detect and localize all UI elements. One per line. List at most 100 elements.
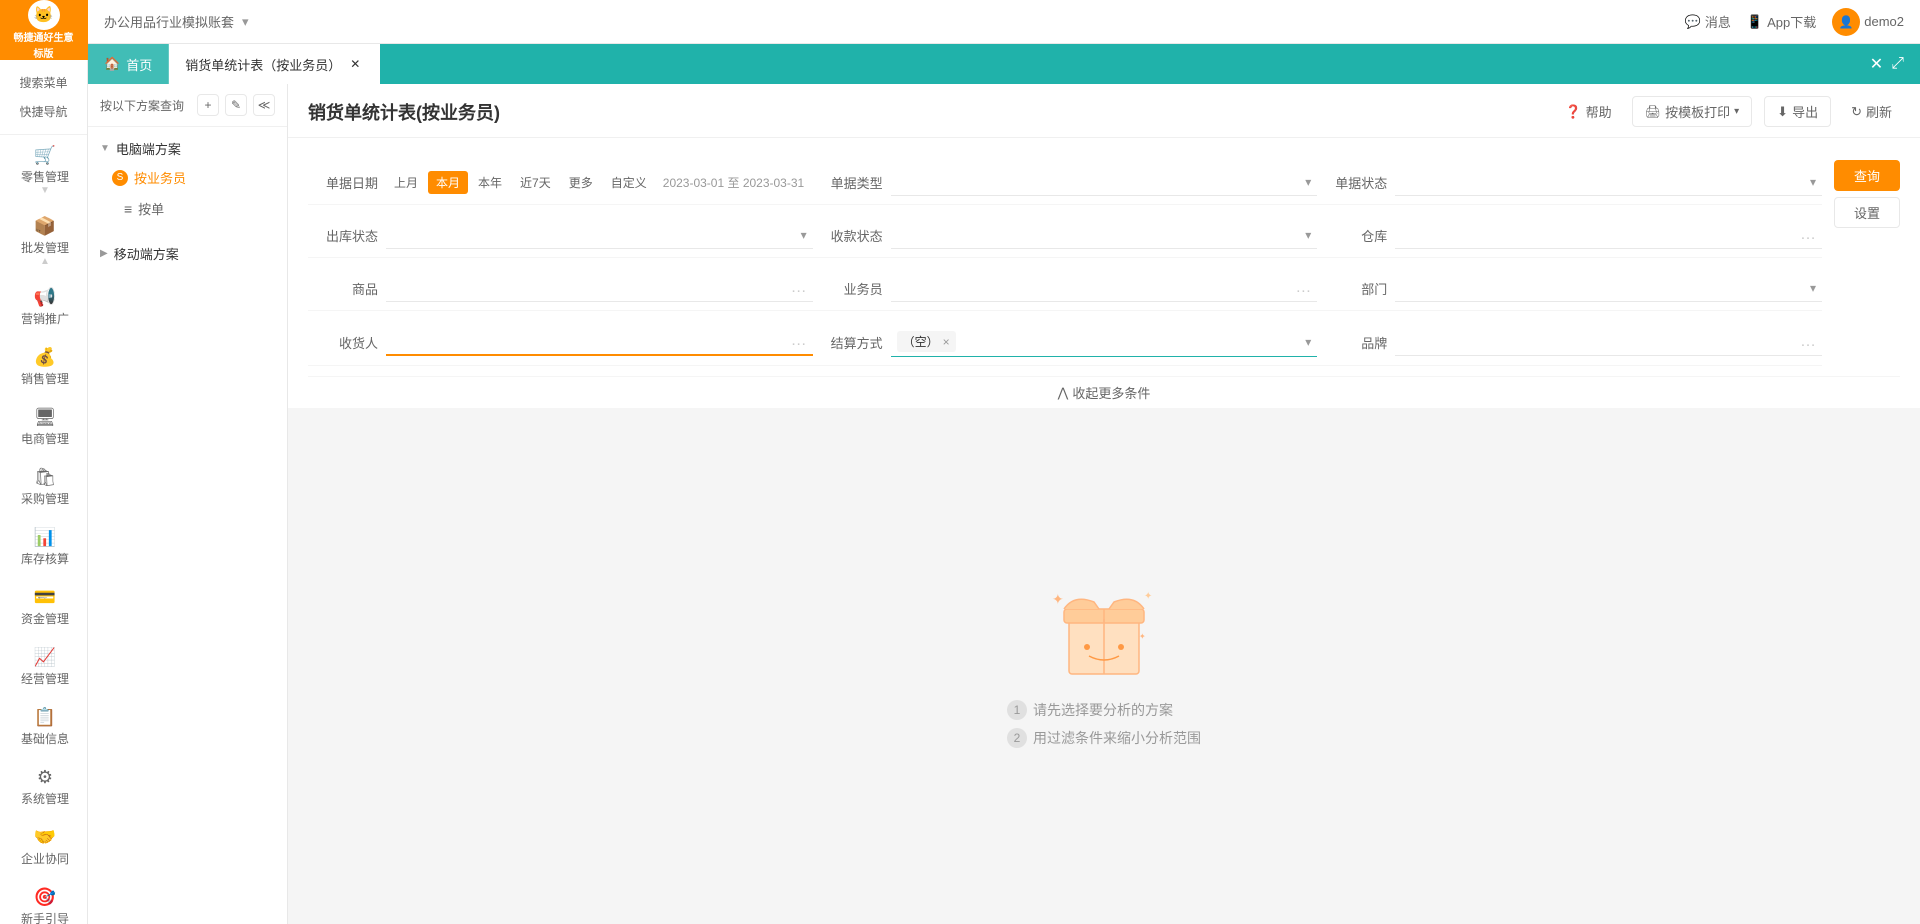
add-icon: + bbox=[204, 98, 211, 112]
settlement-tag-close-icon[interactable]: × bbox=[943, 335, 950, 349]
scheme-edit-btn[interactable]: ✎ bbox=[225, 94, 247, 116]
sales-icon: 💰 bbox=[34, 347, 56, 368]
empty-tip-1: 1 请先选择要分析的方案 bbox=[1007, 700, 1201, 720]
logo-text: 畅捷通好生意 bbox=[14, 33, 74, 45]
sidebar-item-label-purchase: 采购管理 bbox=[21, 490, 69, 507]
filter-settlement: 结算方式 （空） × ▾ bbox=[813, 319, 1318, 366]
order-type-input[interactable]: ▾ bbox=[891, 168, 1318, 196]
warehouse-input[interactable]: … bbox=[1395, 221, 1822, 249]
sidebar-item-marketing[interactable]: 📢 营销推广 bbox=[0, 277, 87, 337]
sidebar-item-sales[interactable]: 💰 销售管理 bbox=[0, 337, 87, 397]
scheme-item-order-label: 按单 bbox=[138, 199, 164, 218]
sidebar-item-label-system: 系统管理 bbox=[21, 790, 69, 807]
sidebar-item-retail[interactable]: 🛒 零售管理 ▼ bbox=[0, 135, 87, 206]
sidebar-item-system[interactable]: ⚙ 系统管理 bbox=[0, 757, 87, 817]
sidebar-item-ecommerce[interactable]: 🖥 电商管理 bbox=[0, 397, 87, 457]
tab-minimize-icon[interactable]: ✕ bbox=[1870, 54, 1883, 74]
date-tab-this-month[interactable]: 本月 bbox=[428, 171, 468, 194]
date-tab-more[interactable]: 更多 bbox=[561, 171, 601, 194]
date-tab-7days[interactable]: 近7天 bbox=[512, 171, 559, 194]
query-button[interactable]: 查询 bbox=[1834, 160, 1900, 191]
scheme-active-dot: S bbox=[112, 170, 128, 186]
salesperson-dots-icon: … bbox=[1295, 279, 1311, 297]
tab-sales-stat[interactable]: 销货单统计表（按业务员） ✕ bbox=[169, 44, 380, 84]
scheme-group-desktop-label[interactable]: ▼ 电脑端方案 bbox=[88, 135, 287, 162]
scheme-item-order[interactable]: ≡ 按单 bbox=[88, 193, 287, 224]
retail-icon: 🛒 bbox=[34, 145, 56, 166]
scheme-collapse-btn[interactable]: ≪ bbox=[253, 94, 275, 116]
enterprise-icon: 🤝 bbox=[34, 827, 56, 848]
sidebar-item-enterprise[interactable]: 🤝 企业协同 bbox=[0, 817, 87, 877]
page-title: 销货单统计表(按业务员) bbox=[308, 99, 500, 125]
sidebar-search-section: 搜索菜单 快捷导航 bbox=[0, 60, 87, 135]
date-tab-this-year[interactable]: 本年 bbox=[470, 171, 510, 194]
print-arrow-icon: ▾ bbox=[1734, 106, 1739, 117]
username-label: demo2 bbox=[1864, 14, 1904, 29]
sidebar-item-operations[interactable]: 📈 经营管理 bbox=[0, 637, 87, 697]
settlement-arrow-icon: ▾ bbox=[1305, 335, 1311, 349]
sidebar-nav: 🛒 零售管理 ▼ 📦 批发管理 ▲ 📢 营销推广 💰 销售管理 🖥 电商管理 🛍… bbox=[0, 135, 87, 924]
refresh-btn[interactable]: ↻ 刷新 bbox=[1843, 98, 1900, 125]
tab-close-icon[interactable]: ✕ bbox=[347, 56, 363, 72]
payment-status-label: 收款状态 bbox=[813, 226, 883, 245]
goods-dots-icon: … bbox=[791, 279, 807, 297]
filter-brand: 品牌 … bbox=[1317, 319, 1822, 366]
scheme-item-salesperson[interactable]: S 按业务员 bbox=[88, 162, 287, 193]
settlement-input[interactable]: （空） × ▾ bbox=[891, 327, 1318, 357]
sidebar-item-newuser[interactable]: 🎯 新手引导 bbox=[0, 877, 87, 924]
export-label: 导出 bbox=[1792, 102, 1818, 121]
content-area: 按以下方案查询 + ✎ ≪ ▼ 电脑端方案 bbox=[88, 84, 1920, 924]
scheme-group-mobile-label[interactable]: ▶ 移动端方案 bbox=[88, 240, 287, 267]
filter-date: 单据日期 上月 本月 本年 近7天 更多 自定义 20 bbox=[308, 160, 813, 205]
sidebar-item-wholesale[interactable]: 📦 批发管理 ▲ bbox=[0, 206, 87, 277]
sidebar-item-basic[interactable]: 📋 基础信息 bbox=[0, 697, 87, 757]
print-btn[interactable]: 🖨 按模板打印 ▾ bbox=[1632, 96, 1753, 127]
out-status-input[interactable]: ▾ bbox=[386, 221, 813, 249]
brand-label: 品牌 bbox=[1317, 333, 1387, 352]
sidebar-item-label-finance: 资金管理 bbox=[21, 610, 69, 627]
order-status-input[interactable]: ▾ bbox=[1395, 168, 1822, 196]
scheme-panel: 按以下方案查询 + ✎ ≪ ▼ 电脑端方案 bbox=[88, 84, 288, 924]
settings-button[interactable]: 设置 bbox=[1834, 197, 1900, 228]
filter-section: 单据日期 上月 本月 本年 近7天 更多 自定义 20 bbox=[288, 138, 1920, 408]
export-btn[interactable]: ⬇ 导出 bbox=[1764, 96, 1831, 127]
triangle-icon: ▼ bbox=[100, 143, 110, 154]
sidebar-search-menu[interactable]: 搜索菜单 bbox=[19, 68, 67, 97]
brand-input[interactable]: … bbox=[1395, 328, 1822, 356]
empty-tip-2-text: 用过滤条件来缩小分析范围 bbox=[1033, 728, 1201, 748]
message-btn[interactable]: 💬 消息 bbox=[1685, 12, 1731, 31]
edit-icon: ✎ bbox=[231, 98, 241, 112]
receiver-input[interactable]: … bbox=[386, 328, 813, 356]
user-avatar-area[interactable]: 👤 demo2 bbox=[1832, 8, 1904, 36]
department-input[interactable]: ▾ bbox=[1395, 274, 1822, 302]
tabbar: 🏠 首页 销货单统计表（按业务员） ✕ ✕ ⤢ bbox=[88, 44, 1920, 84]
tab-home[interactable]: 🏠 首页 bbox=[88, 44, 169, 84]
date-tab-custom[interactable]: 自定义 bbox=[603, 171, 655, 194]
help-label: 帮助 bbox=[1586, 102, 1612, 121]
tabbar-actions: ✕ ⤢ bbox=[1870, 54, 1920, 74]
basic-icon: 📋 bbox=[34, 707, 56, 728]
payment-status-input[interactable]: ▾ bbox=[891, 221, 1318, 249]
order-status-arrow-icon: ▾ bbox=[1810, 175, 1816, 189]
sidebar-item-purchase[interactable]: 🛍 采购管理 bbox=[0, 457, 87, 517]
ecommerce-icon: 🖥 bbox=[34, 407, 57, 428]
query-btn-group: 查询 设置 bbox=[1834, 160, 1900, 228]
sidebar-item-inventory[interactable]: 📊 库存核算 bbox=[0, 517, 87, 577]
settlement-tag: （空） × bbox=[897, 331, 956, 352]
scheme-add-btn[interactable]: + bbox=[197, 94, 219, 116]
salesperson-input[interactable]: … bbox=[891, 274, 1318, 302]
collapse-conditions-btn[interactable]: ⋀ 收起更多条件 bbox=[308, 376, 1900, 408]
date-tabs: 上月 本月 本年 近7天 更多 自定义 bbox=[386, 171, 655, 194]
topbar-dropdown-icon[interactable]: ▾ bbox=[242, 14, 249, 30]
settlement-label: 结算方式 bbox=[813, 333, 883, 352]
app-download-btn[interactable]: 📱 App下载 bbox=[1747, 12, 1816, 31]
date-tab-last-month[interactable]: 上月 bbox=[386, 171, 426, 194]
sidebar-item-finance[interactable]: 💳 资金管理 bbox=[0, 577, 87, 637]
retail-arrow-icon: ▼ bbox=[40, 185, 50, 196]
help-btn[interactable]: ❓ 帮助 bbox=[1557, 98, 1619, 125]
goods-input[interactable]: … bbox=[386, 274, 813, 302]
sidebar-quick-nav[interactable]: 快捷导航 bbox=[19, 97, 67, 126]
message-label: 消息 bbox=[1705, 12, 1731, 31]
tab-maximize-icon[interactable]: ⤢ bbox=[1891, 55, 1904, 73]
empty-text-area: 1 请先选择要分析的方案 2 用过滤条件来缩小分析范围 bbox=[1007, 700, 1201, 748]
